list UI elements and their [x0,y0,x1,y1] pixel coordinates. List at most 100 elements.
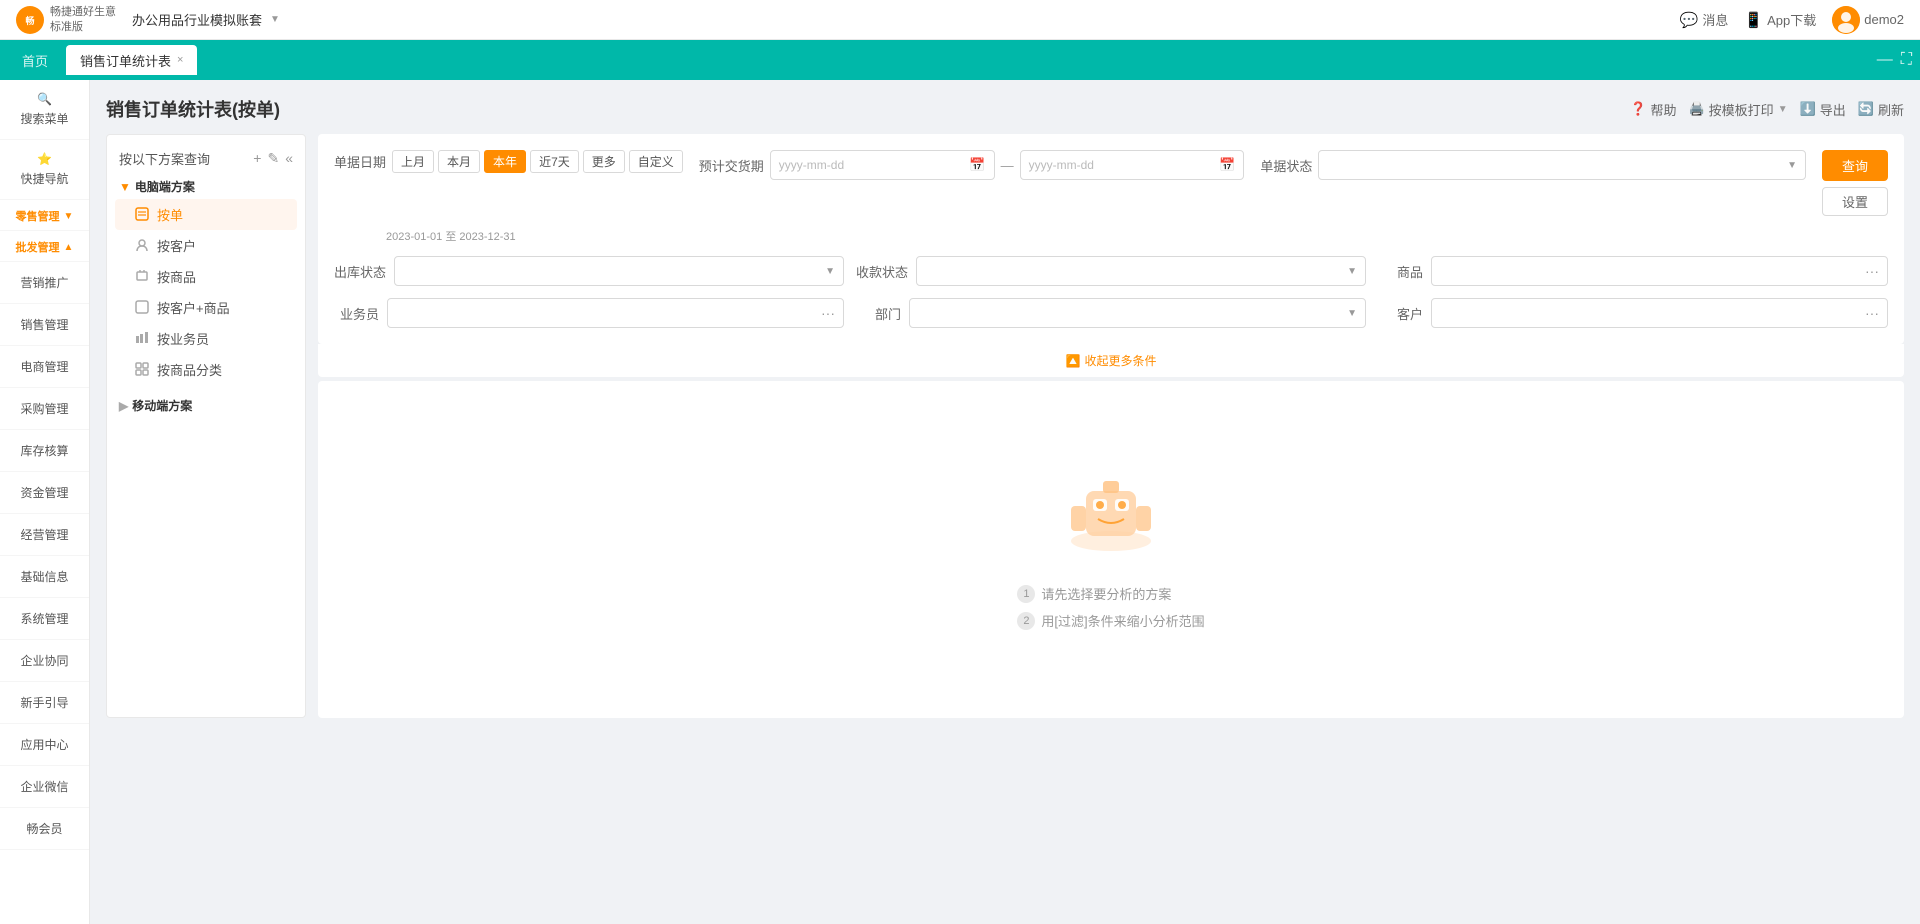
sidebar-item-retail[interactable]: 零售管理 ▼ [0,200,89,231]
message-button[interactable]: 💬 消息 [1680,10,1729,29]
customer-field: 客户 ··· [1378,298,1888,328]
star-icon: ⭐ [37,152,52,166]
sidebar-item-wechat[interactable]: 企业微信 [0,766,89,808]
help-button[interactable]: ❓ 帮助 [1630,100,1676,119]
scheme-item-by-category[interactable]: 按商品分类 [115,354,297,385]
scheme-group-mobile-title[interactable]: ▶ 移动端方案 [115,393,297,418]
sidebar-item-basic[interactable]: 基础信息 [0,556,89,598]
date-this-month-btn[interactable]: 本月 [438,150,480,173]
payment-field: 收款状态 ▼ [856,256,1366,286]
print-icon: 🖨️ [1688,101,1704,117]
collapse-scheme-button[interactable]: « [285,150,293,167]
user-avatar-area[interactable]: demo2 [1832,6,1904,34]
goods-input[interactable]: ··· [1431,256,1888,286]
nav-tabs: 首页 销售订单统计表 × — ⛶ [0,40,1920,80]
two-col-layout: 按以下方案查询 + ✎ « ▼ 电脑端方案 [106,134,1904,718]
sidebar-item-marketing[interactable]: 营销推广 [0,262,89,304]
department-label: 部门 [856,304,901,323]
nav-controls: — ⛶ [1877,51,1912,69]
sidebar-item-system[interactable]: 系统管理 [0,598,89,640]
date-this-year-btn[interactable]: 本年 [484,150,526,173]
customer-more-icon[interactable]: ··· [1865,305,1879,321]
sidebar-item-operations[interactable]: 经营管理 [0,514,89,556]
settings-button[interactable]: 设置 [1822,187,1888,216]
payment-dropdown-icon: ▼ [1347,266,1357,277]
expected-date-start-input[interactable]: yyyy-mm-dd 📅 [770,150,995,180]
svg-text:畅: 畅 [25,15,34,26]
staff-field: 业务员 ··· [334,298,844,328]
sidebar-item-appstore[interactable]: 应用中心 [0,724,89,766]
date-custom-btn[interactable]: 自定义 [629,150,683,173]
scheme-group-mobile: ▶ 移动端方案 [107,393,305,418]
expand-icon: ▼ [119,180,131,194]
print-button[interactable]: 🖨️ 按模板打印 ▼ [1688,100,1787,119]
status-label: 单据状态 [1260,156,1312,175]
order-scheme-icon [135,207,151,223]
scheme-item-by-staff[interactable]: 按业务员 [115,323,297,354]
expected-date-end-input[interactable]: yyyy-mm-dd 📅 [1020,150,1245,180]
top-bar: 畅 畅捷通好生意 标准版 办公用品行业模拟账套 ▼ 💬 消息 📱 App下载 d… [0,0,1920,40]
app-title-dropdown-icon[interactable]: ▼ [270,14,280,25]
customer-input[interactable]: ··· [1431,298,1888,328]
help-icon: ❓ [1630,101,1646,117]
maximize-window-button[interactable]: ⛶ [1901,51,1912,69]
sidebar: 🔍 搜索菜单 ⭐ 快捷导航 零售管理 ▼ 批发管理 ▲ 营销推广 销售管理 电商… [0,80,90,924]
sidebar-item-purchase[interactable]: 采购管理 [0,388,89,430]
sidebar-item-finance[interactable]: 资金管理 [0,472,89,514]
sidebar-item-search[interactable]: 🔍 搜索菜单 [0,80,89,140]
collapse-bar[interactable]: 🔼 收起更多条件 [318,344,1904,377]
outbound-field: 出库状态 ▼ [334,256,844,286]
sidebar-item-wholesale[interactable]: 批发管理 ▲ [0,231,89,262]
scheme-panel: 按以下方案查询 + ✎ « ▼ 电脑端方案 [106,134,306,718]
department-select[interactable]: ▼ [909,298,1366,328]
staff-scheme-icon [135,331,151,347]
expected-date-range: yyyy-mm-dd 📅 — yyyy-mm-dd 📅 [770,150,1245,180]
sidebar-item-vip[interactable]: 畅会员 [0,808,89,850]
close-tab-icon[interactable]: × [177,54,183,66]
logo-icon: 畅 [16,6,44,34]
export-button[interactable]: ⬇️ 导出 [1800,100,1846,119]
empty-state: 1 请先选择要分析的方案 2 用[过滤]条件来缩小分析范围 [318,381,1904,718]
page-actions: ❓ 帮助 🖨️ 按模板打印 ▼ ⬇️ 导出 🔄 刷新 [1630,100,1904,119]
calendar-end-icon[interactable]: 📅 [1219,157,1235,173]
outbound-select[interactable]: ▼ [394,256,844,286]
filter-row-3: 业务员 ··· 部门 ▼ [334,298,1888,328]
sidebar-item-quick-nav[interactable]: ⭐ 快捷导航 [0,140,89,200]
date-more-btn[interactable]: 更多 [583,150,625,173]
scheme-item-by-order[interactable]: 按单 [115,199,297,230]
active-tab[interactable]: 销售订单统计表 × [66,45,197,75]
staff-more-icon[interactable]: ··· [821,305,835,321]
date-last-month-btn[interactable]: 上月 [392,150,434,173]
sidebar-item-inventory[interactable]: 库存核算 [0,430,89,472]
search-button[interactable]: 查询 [1822,150,1888,181]
action-buttons: 查询 设置 [1822,150,1888,216]
scheme-item-by-goods[interactable]: 按商品 [115,261,297,292]
payment-select[interactable]: ▼ [916,256,1366,286]
refresh-button[interactable]: 🔄 刷新 [1858,100,1904,119]
status-select[interactable]: ▼ [1318,150,1806,180]
minimize-window-button[interactable]: — [1877,51,1893,69]
calendar-start-icon[interactable]: 📅 [969,157,985,173]
home-tab[interactable]: 首页 [8,45,62,75]
goods-scheme-icon [135,269,151,285]
sidebar-item-newuser[interactable]: 新手引导 [0,682,89,724]
customer-label: 客户 [1378,304,1423,323]
sidebar-item-sales[interactable]: 销售管理 [0,304,89,346]
edit-scheme-button[interactable]: ✎ [267,150,279,167]
date-7days-btn[interactable]: 近7天 [530,150,579,173]
add-scheme-button[interactable]: + [253,150,261,167]
scheme-item-by-customer-goods[interactable]: 按客户+商品 [115,292,297,323]
status-dropdown-icon: ▼ [1787,160,1797,171]
app-download-button[interactable]: 📱 App下载 [1744,10,1816,29]
staff-input[interactable]: ··· [387,298,844,328]
scheme-group-pc-title[interactable]: ▼ 电脑端方案 [115,174,297,199]
print-dropdown-icon[interactable]: ▼ [1778,104,1788,115]
sidebar-item-enterprise[interactable]: 企业协同 [0,640,89,682]
goods-more-icon[interactable]: ··· [1865,263,1879,279]
search-icon: 🔍 [37,92,52,106]
scheme-item-by-customer[interactable]: 按客户 [115,230,297,261]
staff-label: 业务员 [334,304,379,323]
sidebar-item-ecommerce[interactable]: 电商管理 [0,346,89,388]
app-title[interactable]: 办公用品行业模拟账套 [132,10,262,29]
empty-tip-2: 2 用[过滤]条件来缩小分析范围 [1017,611,1204,630]
